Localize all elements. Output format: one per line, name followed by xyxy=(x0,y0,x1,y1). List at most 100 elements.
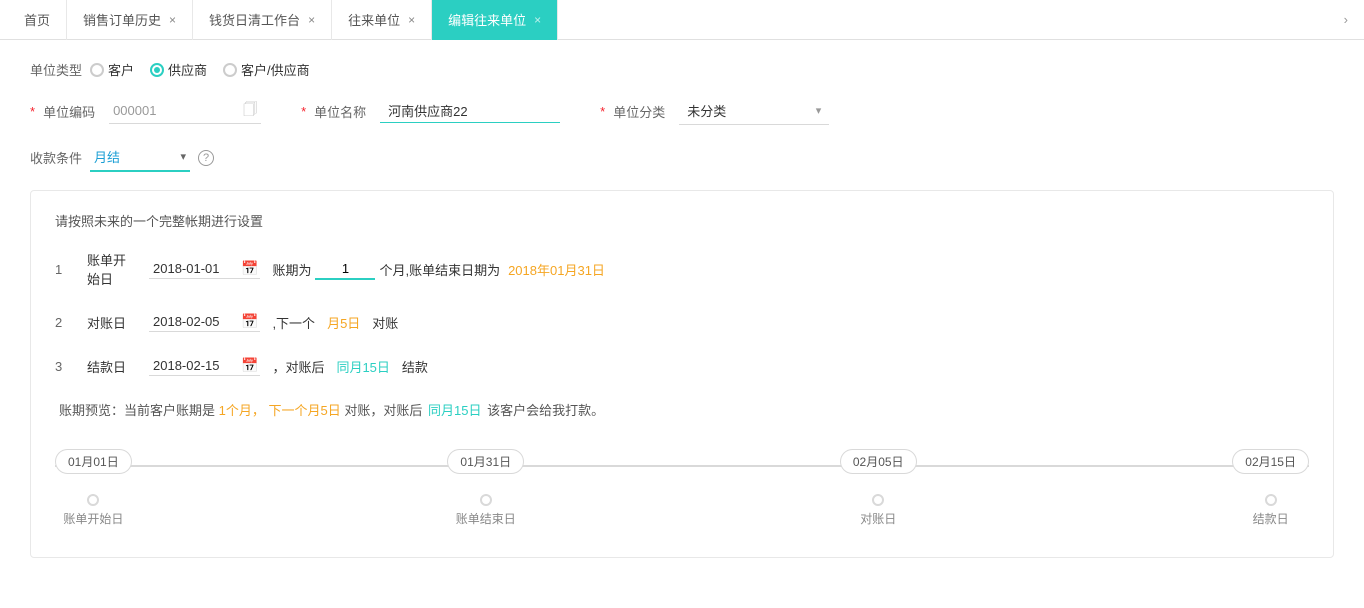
unit-name-group: * 单位名称 xyxy=(301,99,560,123)
unit-type-row: 单位类型 客户 供应商 客户/供应商 xyxy=(30,60,1334,79)
radio-customer-circle xyxy=(90,63,104,77)
tab-cash-work[interactable]: 钱货日清工作台 × xyxy=(193,0,332,40)
preview-part3: 同月15日 xyxy=(428,403,481,418)
period-value-input[interactable] xyxy=(315,259,375,280)
node-label-box-2: 01月31日 xyxy=(447,449,524,474)
row3-highlight: 同月15日 xyxy=(336,357,389,376)
timeline-node-3: 02月05日 对账日 xyxy=(840,449,917,527)
node-sub-4: 结款日 xyxy=(1253,510,1289,527)
unit-type-label: 单位类型 xyxy=(30,60,82,79)
help-icon[interactable]: ? xyxy=(198,150,214,166)
close-units-icon[interactable]: × xyxy=(408,13,415,27)
code-icon[interactable]: 🗍 xyxy=(239,99,261,123)
tab-edit-units-label: 编辑往来单位 xyxy=(448,10,526,29)
tab-sales-history[interactable]: 销售订单历史 × xyxy=(67,0,193,40)
preview-prefix: 账期预览：当前客户账期是 xyxy=(59,403,215,418)
date-input-2[interactable] xyxy=(149,312,239,331)
node-sub-3: 对账日 xyxy=(860,510,896,527)
date-input-3[interactable] xyxy=(149,356,239,375)
timeline-node-4: 02月15日 结款日 xyxy=(1232,449,1309,527)
card-instruction: 请按照未来的一个完整帐期进行设置 xyxy=(55,211,1309,230)
row-num-1: 1 xyxy=(55,262,75,277)
unit-name-label: 单位名称 xyxy=(314,102,366,121)
unit-code-label: 单位编码 xyxy=(43,102,95,121)
date-wrap-2: 📅 xyxy=(149,312,260,332)
period-prefix: 账期为 xyxy=(272,260,311,279)
node-dot-3 xyxy=(872,494,884,506)
unit-category-label: 单位分类 xyxy=(613,102,665,121)
setting-row-3: 3 结款日 📅 ，对账后 同月15日 结款 xyxy=(55,356,1309,376)
tab-home[interactable]: 首页 xyxy=(8,0,67,40)
main-content: 单位类型 客户 供应商 客户/供应商 * 单位编码 🗍 xyxy=(0,40,1364,608)
date-wrap-1: 📅 xyxy=(149,259,260,279)
radio-supplier[interactable]: 供应商 xyxy=(150,60,207,79)
row-type-2: 对账日 xyxy=(87,313,137,332)
node-dot-1 xyxy=(87,494,99,506)
radio-supplier-label: 供应商 xyxy=(168,60,207,79)
category-arrow-icon: ▾ xyxy=(816,104,822,117)
unit-type-radio-group: 客户 供应商 客户/供应商 xyxy=(90,60,310,79)
setting-row-2: 2 对账日 📅 ,下一个 月5日 对账 xyxy=(55,312,1309,332)
unit-category-select[interactable]: 未分类 ▾ xyxy=(679,97,829,125)
period-wrap: 账期为 个月,账单结束日期为 2018年01月31日 xyxy=(272,259,604,280)
cal-icon-3[interactable]: 📅 xyxy=(239,357,260,374)
payment-label: 收款条件 xyxy=(30,148,82,167)
radio-customer[interactable]: 客户 xyxy=(90,60,134,79)
row2-desc-prefix: ,下一个 xyxy=(272,313,315,332)
tab-units[interactable]: 往来单位 × xyxy=(332,0,432,40)
unit-code-field: 🗍 xyxy=(109,99,261,124)
row-num-2: 2 xyxy=(55,315,75,330)
row3-desc-prefix: ，对账后 xyxy=(272,357,324,376)
period-unit: 个月,账单结束日期为 xyxy=(379,260,500,279)
preview-part2: 下一个月5日 xyxy=(269,403,341,418)
code-name-category-row: * 单位编码 🗍 * 单位名称 * 单位分类 未分类 ▾ xyxy=(30,97,1334,125)
tab-bar: 首页 销售订单历史 × 钱货日清工作台 × 往来单位 × 编辑往来单位 × › xyxy=(0,0,1364,40)
code-required-star: * xyxy=(30,104,35,119)
cal-icon-2[interactable]: 📅 xyxy=(239,313,260,330)
timeline-node-1: 01月01日 账单开始日 xyxy=(55,449,132,527)
preview-suffix: 该客户会给我打款。 xyxy=(487,403,604,418)
close-sales-history-icon[interactable]: × xyxy=(169,13,176,27)
payment-select[interactable]: 月结 ▾ xyxy=(90,143,190,172)
settings-card: 请按照未来的一个完整帐期进行设置 1 账单开始日 📅 账期为 个月,账单结束日期… xyxy=(30,190,1334,558)
preview-text: 账期预览：当前客户账期是 1个月， 下一个月5日 对账，对账后 同月15日 该客… xyxy=(55,400,1309,419)
cal-icon-1[interactable]: 📅 xyxy=(239,260,260,277)
radio-customer-label: 客户 xyxy=(108,60,134,79)
radio-supplier-circle xyxy=(150,63,164,77)
payment-arrow-icon: ▾ xyxy=(180,150,186,163)
close-cash-work-icon[interactable]: × xyxy=(308,13,315,27)
row3-suffix: 结款 xyxy=(402,357,428,376)
radio-both-circle xyxy=(223,63,237,77)
row2-highlight: 月5日 xyxy=(327,313,360,332)
timeline: 01月01日 账单开始日 01月31日 账单结束日 02月05日 对账日 xyxy=(55,439,1309,537)
tab-cash-work-label: 钱货日清工作台 xyxy=(209,10,300,29)
node-dot-4 xyxy=(1265,494,1277,506)
category-required-star: * xyxy=(600,104,605,119)
node-dot-2 xyxy=(480,494,492,506)
payment-row: 收款条件 月结 ▾ ? xyxy=(30,143,1334,172)
payment-value: 月结 xyxy=(94,147,180,166)
date-wrap-3: 📅 xyxy=(149,356,260,376)
row-type-1: 账单开始日 xyxy=(87,250,137,288)
unit-name-input[interactable] xyxy=(380,99,560,123)
period-end-date: 2018年01月31日 xyxy=(508,260,605,279)
setting-row-1: 1 账单开始日 📅 账期为 个月,账单结束日期为 2018年01月31日 xyxy=(55,250,1309,288)
node-label-box-3: 02月05日 xyxy=(840,449,917,474)
close-edit-units-icon[interactable]: × xyxy=(534,13,541,27)
node-sub-2: 账单结束日 xyxy=(456,510,516,527)
unit-code-input[interactable] xyxy=(109,99,239,122)
node-label-box-1: 01月01日 xyxy=(55,449,132,474)
date-input-1[interactable] xyxy=(149,259,239,278)
radio-both[interactable]: 客户/供应商 xyxy=(223,60,310,79)
unit-category-group: * 单位分类 未分类 ▾ xyxy=(600,97,829,125)
preview-part1: 1个月， xyxy=(219,403,265,418)
row-type-3: 结款日 xyxy=(87,357,137,376)
radio-both-label: 客户/供应商 xyxy=(241,60,310,79)
unit-category-value: 未分类 xyxy=(687,101,811,120)
tab-sales-history-label: 销售订单历史 xyxy=(83,10,161,29)
tab-more-arrow[interactable]: › xyxy=(1336,12,1356,27)
tab-edit-units[interactable]: 编辑往来单位 × xyxy=(432,0,558,40)
preview-middle: 对账，对账后 xyxy=(344,403,422,418)
name-required-star: * xyxy=(301,104,306,119)
row2-suffix: 对账 xyxy=(372,313,398,332)
